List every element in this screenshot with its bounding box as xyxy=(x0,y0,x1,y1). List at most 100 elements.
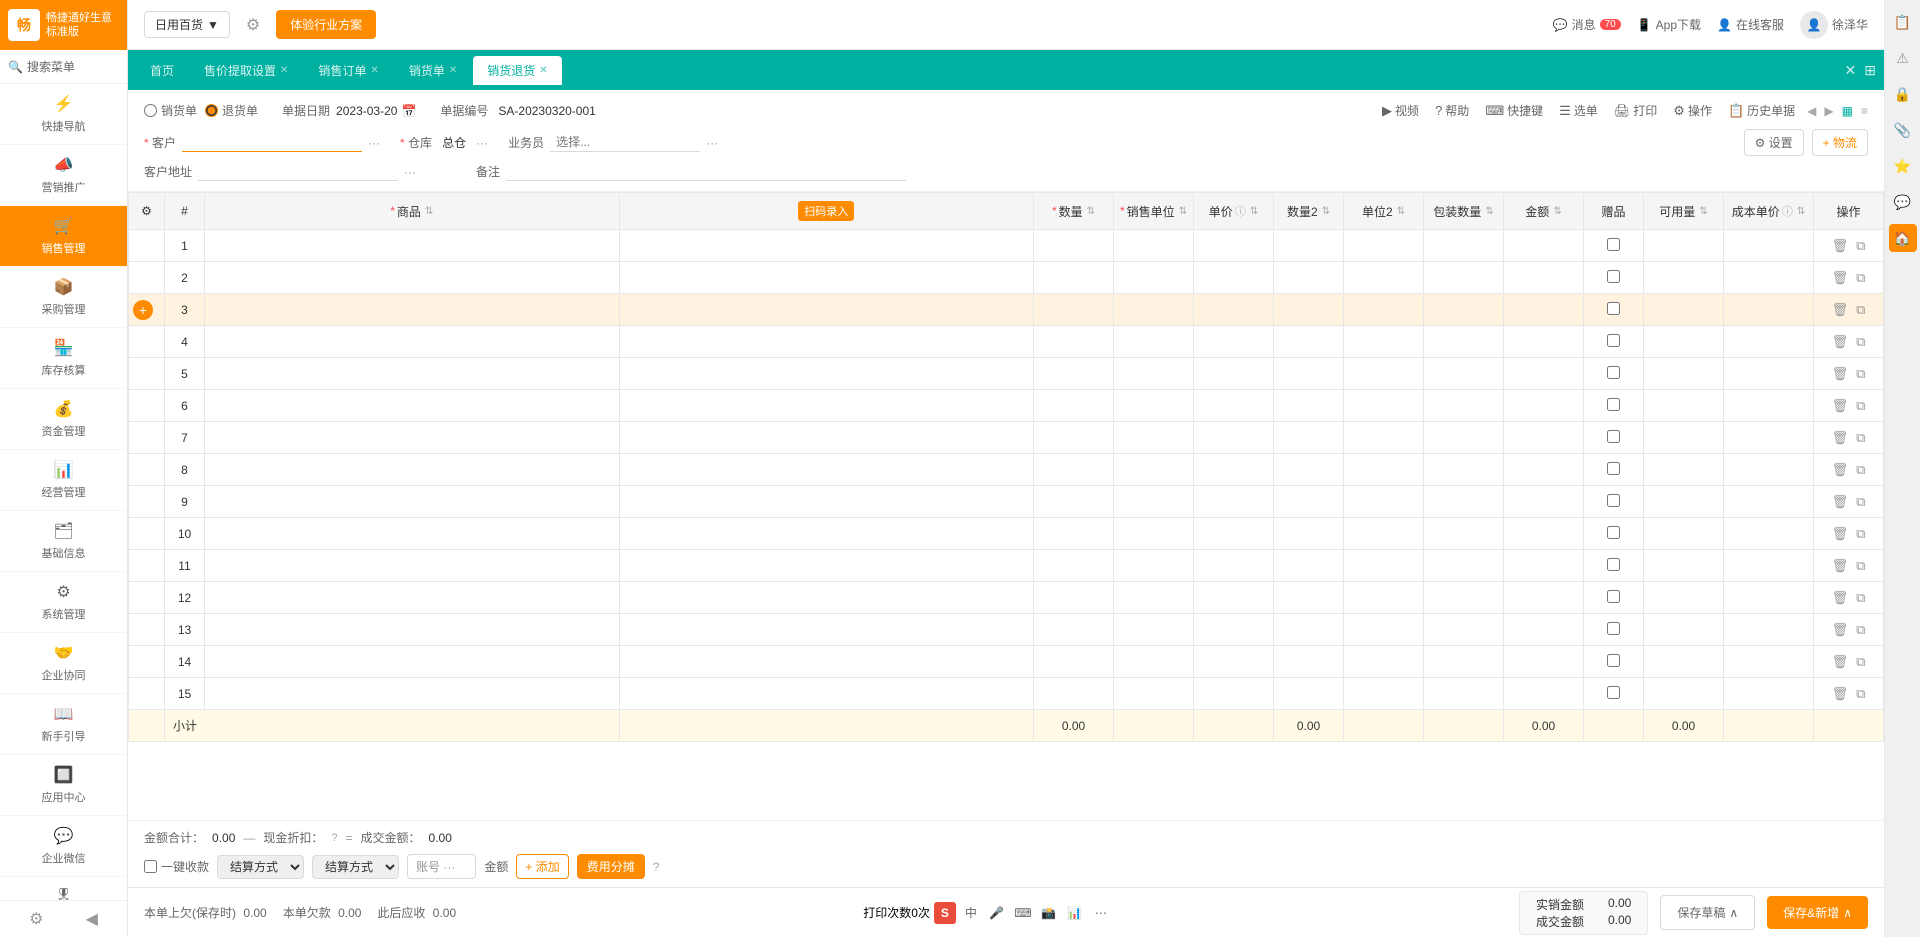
rp-chat-icon[interactable]: 💬 xyxy=(1889,188,1917,216)
customer-select-icon[interactable]: ··· xyxy=(368,136,380,150)
tab-sale-order-close[interactable]: ✕ xyxy=(370,65,378,76)
address-select-icon[interactable]: ··· xyxy=(404,165,416,179)
add-button[interactable]: + 添加 xyxy=(516,854,568,879)
sidebar-item-inventory[interactable]: 🏪 库存核算 xyxy=(0,328,127,389)
row-amount-2[interactable] xyxy=(1504,262,1584,294)
copy-row-4[interactable]: ⧉ xyxy=(1854,332,1867,352)
row-avail-1[interactable] xyxy=(1644,230,1724,262)
row-avail-3[interactable] xyxy=(1644,294,1724,326)
tab-sale-return-close[interactable]: ✕ xyxy=(539,65,547,76)
settle-method-select[interactable]: 结算方式 xyxy=(217,855,304,879)
app-download-item[interactable]: 📱 App下载 xyxy=(1637,16,1701,33)
copy-row-14[interactable]: ⧉ xyxy=(1854,652,1867,672)
cash-discount-help-icon[interactable]: ? xyxy=(331,832,337,844)
delete-row-10[interactable]: 🗑 xyxy=(1830,524,1851,544)
sidebar-item-wechat[interactable]: 💬 企业微信 xyxy=(0,816,127,877)
row-unit-1[interactable] xyxy=(1114,230,1194,262)
rp-active-icon[interactable]: 🏠 xyxy=(1889,224,1917,252)
row-add-btn[interactable]: + xyxy=(129,294,165,326)
th-goods[interactable]: *商品⇅ xyxy=(205,193,620,230)
toolbar-video[interactable]: ▶ 视频 xyxy=(1378,100,1423,121)
input-icon[interactable]: 中 xyxy=(960,902,982,924)
radio-sale-out[interactable]: 销货单 xyxy=(144,102,197,119)
copy-row-15[interactable]: ⧉ xyxy=(1854,684,1867,704)
row-price-2[interactable] xyxy=(1194,262,1274,294)
row-amount-3[interactable] xyxy=(1504,294,1584,326)
row-qty2-2[interactable] xyxy=(1274,262,1344,294)
row-gift-3[interactable] xyxy=(1584,294,1644,326)
sidebar-item-appstore[interactable]: 🔲 应用中心 xyxy=(0,755,127,816)
add-row-button[interactable]: + xyxy=(133,300,153,320)
set-button[interactable]: ⚙ 设置 xyxy=(1744,129,1804,156)
sidebar-item-shortcuts[interactable]: ⚡ 快捷导航 xyxy=(0,84,127,145)
one-key-collect-checkbox[interactable] xyxy=(144,860,157,873)
row-goods-1[interactable] xyxy=(205,230,620,262)
voice-icon[interactable]: 🎤 xyxy=(986,902,1008,924)
copy-row-7[interactable]: ⧉ xyxy=(1854,428,1867,448)
copy-row-11[interactable]: ⧉ xyxy=(1854,556,1867,576)
delete-row-1[interactable]: 🗑 xyxy=(1830,236,1851,256)
delete-row-8[interactable]: 🗑 xyxy=(1830,460,1851,480)
rp-notes-icon[interactable]: 📋 xyxy=(1889,8,1917,36)
sidebar-item-guide[interactable]: 📖 新手引导 xyxy=(0,694,127,755)
warehouse-select-icon[interactable]: ··· xyxy=(476,136,488,150)
sidebar-item-system[interactable]: ⚙ 系统管理 xyxy=(0,572,127,633)
sidebar-item-operations[interactable]: 📊 经营管理 xyxy=(0,450,127,511)
row-pack-1[interactable] xyxy=(1424,230,1504,262)
row-qty2-1[interactable] xyxy=(1274,230,1344,262)
calendar-icon[interactable]: 📅 xyxy=(401,104,416,118)
tab-sale-return[interactable]: 销货退货 ✕ xyxy=(473,56,561,85)
tab-sale-price-close[interactable]: ✕ xyxy=(280,65,288,76)
customer-input[interactable] xyxy=(182,133,362,152)
toolbar-operation[interactable]: ⚙ 操作 xyxy=(1669,100,1716,121)
row-cost-2[interactable] xyxy=(1724,262,1814,294)
th-settings[interactable]: ⚙ xyxy=(129,193,165,230)
row-unit-3[interactable] xyxy=(1114,294,1194,326)
code-icon[interactable]: ⌨ xyxy=(1012,902,1034,924)
grid-view-icon[interactable]: ▦ xyxy=(1842,104,1853,118)
sidebar-search[interactable]: 🔍 搜索菜单 xyxy=(0,50,127,84)
toolbar-select[interactable]: ☰ 选单 xyxy=(1555,100,1602,121)
delete-row-13[interactable]: 🗑 xyxy=(1830,620,1851,640)
row-amount-1[interactable] xyxy=(1504,230,1584,262)
s-icon[interactable]: S xyxy=(934,902,956,924)
toolbar-history[interactable]: 📋 历史单据 xyxy=(1724,100,1799,121)
row-pack-3[interactable] xyxy=(1424,294,1504,326)
add-shipping-button[interactable]: + 物流 xyxy=(1812,129,1868,156)
sidebar-item-finance[interactable]: 💰 资金管理 xyxy=(0,389,127,450)
copy-row-9[interactable]: ⧉ xyxy=(1854,492,1867,512)
salesperson-input[interactable] xyxy=(550,133,700,152)
topbar-gear-icon[interactable]: ⚙ xyxy=(242,11,264,39)
fee-split-button[interactable]: 费用分摊 xyxy=(577,854,645,879)
row-qty2-3[interactable] xyxy=(1274,294,1344,326)
row-unit2-2[interactable] xyxy=(1344,262,1424,294)
one-key-collect-label[interactable]: 一键收款 xyxy=(144,858,209,875)
th-qty2[interactable]: 数量2⇅ xyxy=(1274,193,1344,230)
tab-sale-out-close[interactable]: ✕ xyxy=(449,65,457,76)
tab-sale-order[interactable]: 销售订单 ✕ xyxy=(304,56,392,85)
delete-row-7[interactable]: 🗑 xyxy=(1830,428,1851,448)
row-goods-3[interactable] xyxy=(205,294,620,326)
delete-row-5[interactable]: 🗑 xyxy=(1830,364,1851,384)
sidebar-settings-icon[interactable]: ⚙ xyxy=(29,909,43,929)
sidebar-item-purchase[interactable]: 📦 采购管理 xyxy=(0,267,127,328)
scan-button[interactable]: 扫码录入 xyxy=(798,201,854,221)
th-pack[interactable]: 包装数量⇅ xyxy=(1424,193,1504,230)
row-qty-2[interactable] xyxy=(1034,262,1114,294)
row-goods-2[interactable] xyxy=(205,262,620,294)
row-cost-3[interactable] xyxy=(1724,294,1814,326)
sidebar-item-enterprise[interactable]: 🤝 企业协同 xyxy=(0,633,127,694)
row-pack-2[interactable] xyxy=(1424,262,1504,294)
rp-attachment-icon[interactable]: 📎 xyxy=(1889,116,1917,144)
delete-row-6[interactable]: 🗑 xyxy=(1830,396,1851,416)
sidebar-collapse-icon[interactable]: ◀ xyxy=(86,909,98,929)
copy-row-1[interactable]: ⧉ xyxy=(1854,236,1867,256)
delete-row-11[interactable]: 🗑 xyxy=(1830,556,1851,576)
save-draft-button[interactable]: 保存草稿 ∧ xyxy=(1660,895,1755,930)
row-gift-1[interactable] xyxy=(1584,230,1644,262)
sidebar-item-basics[interactable]: 🗂 基础信息 xyxy=(0,511,127,572)
delete-row-9[interactable]: 🗑 xyxy=(1830,492,1851,512)
row-avail-2[interactable] xyxy=(1644,262,1724,294)
tab-home[interactable]: 首页 xyxy=(136,56,188,85)
delete-row-14[interactable]: 🗑 xyxy=(1830,652,1851,672)
